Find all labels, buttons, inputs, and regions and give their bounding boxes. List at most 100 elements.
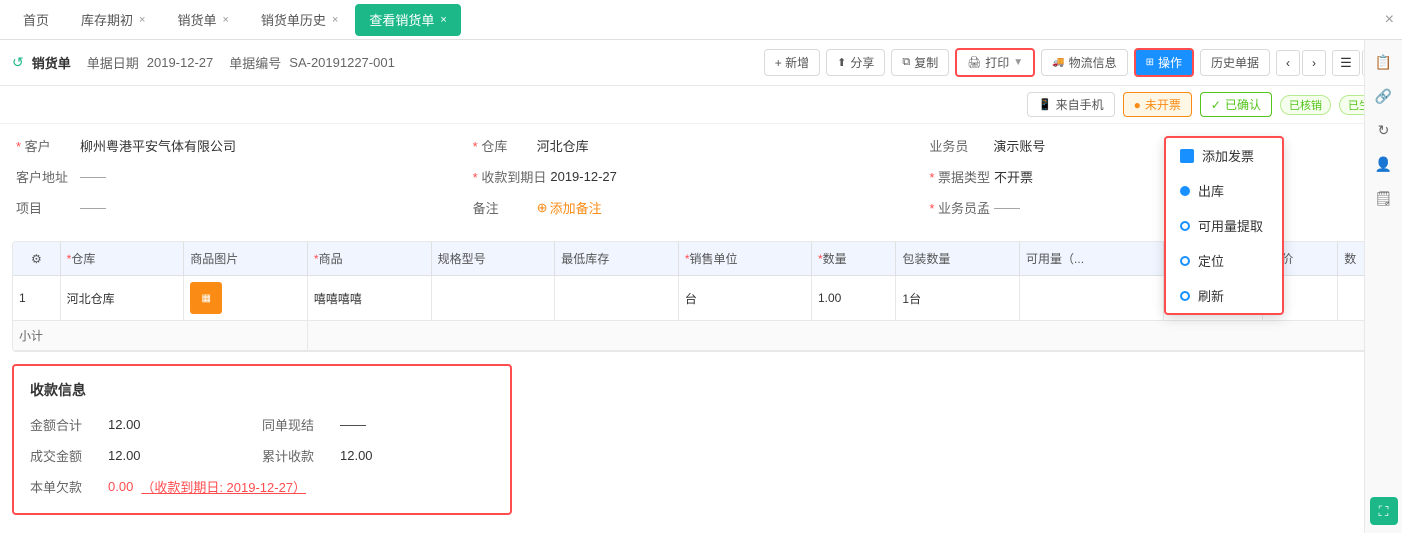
tab-inventory-init[interactable]: 库存期初 × <box>66 4 160 36</box>
refresh-item[interactable]: 刷新 <box>1166 278 1282 313</box>
locate-item[interactable]: 定位 <box>1166 243 1282 278</box>
tab-home[interactable]: 首页 <box>8 4 64 36</box>
address-value: —— <box>80 169 106 184</box>
list-view-icon[interactable]: ☰ <box>1332 50 1360 76</box>
row-qty: 1.00 <box>811 276 895 321</box>
subtotal-row: 小计 <box>13 321 1389 351</box>
tab-history-close[interactable]: × <box>332 14 338 26</box>
col-spec: 规格型号 <box>431 242 555 276</box>
operations-dropdown: 添加发票 出库 可用量提取 定位 刷新 <box>1164 136 1284 315</box>
not-open-button[interactable]: ● 未开票 <box>1123 92 1192 117</box>
ticket-label: 票据类型 <box>929 167 990 186</box>
amount-total-label: 金额合计 <box>30 415 100 434</box>
outbound-item[interactable]: 出库 <box>1166 173 1282 208</box>
sold-out-badge: 已核销 <box>1280 95 1331 115</box>
same-order-label: 同单现结 <box>262 415 332 434</box>
col-pack-qty: 包装数量 <box>896 242 1020 276</box>
salesperson-label: 业务员孟 <box>929 198 990 217</box>
refresh-label: 刷新 <box>1198 286 1224 305</box>
tab-home-label: 首页 <box>23 10 49 29</box>
sidebar-refresh-icon[interactable]: ↻ <box>1370 116 1398 144</box>
sidebar-note-icon[interactable]: 🗒 <box>1370 184 1398 212</box>
cumulative-row: 累计收款 12.00 <box>262 443 494 468</box>
num-label: 单据编号 SA-20191227-001 <box>229 53 395 72</box>
doc-type-icon: ↺ <box>12 54 24 71</box>
add-invoice-item[interactable]: 添加发票 <box>1166 138 1282 173</box>
copy-button[interactable]: ⧉ 复制 <box>891 49 949 76</box>
project-value: —— <box>80 200 106 215</box>
from-mobile-button[interactable]: 📱 来自手机 <box>1027 92 1115 117</box>
amount-total-row: 金额合计 12.00 <box>30 412 262 437</box>
note-label: 备注 <box>473 198 533 217</box>
row-min-stock <box>555 276 679 321</box>
confirm-button[interactable]: ✓ 已确认 <box>1200 92 1272 117</box>
doc-meta: 单据日期 2019-12-27 单据编号 SA-20191227-001 <box>87 53 395 72</box>
close-window-button[interactable]: × <box>1385 11 1394 29</box>
deal-amount-label: 成交金额 <box>30 446 100 465</box>
col-min-stock: 最低库存 <box>555 242 679 276</box>
nav-arrows: ‹ › <box>1276 50 1326 76</box>
address-field: 客户地址 —— <box>16 167 473 186</box>
tab-sales-history[interactable]: 销货单历史 × <box>246 4 353 36</box>
available-qty-label: 可用量提取 <box>1198 216 1263 235</box>
deal-amount-value: 12.00 <box>108 448 141 463</box>
tab-inventory-close[interactable]: × <box>139 14 145 26</box>
sidebar-user-icon[interactable]: 👤 <box>1370 150 1398 178</box>
tab-sales-order[interactable]: 销货单 × <box>162 4 243 36</box>
amount-total-value: 12.00 <box>108 417 141 432</box>
ticket-value: 不开票 <box>994 167 1033 186</box>
project-field: 项目 —— <box>16 198 473 217</box>
tab-view-sales[interactable]: 查看销货单 × <box>355 4 460 36</box>
tab-history-label: 销货单历史 <box>261 10 326 29</box>
tab-view-sales-close[interactable]: × <box>440 14 446 26</box>
ticket-field: 票据类型 不开票 <box>929 167 1386 186</box>
num-value: SA-20191227-001 <box>289 55 395 70</box>
date-label: 单据日期 2019-12-27 <box>87 53 214 72</box>
tab-inventory-label: 库存期初 <box>81 10 133 29</box>
row-available <box>1020 276 1164 321</box>
col-qty: *数量 <box>811 242 895 276</box>
staff-label: 业务员 <box>929 136 989 155</box>
col-available: 可用量（... <box>1020 242 1164 276</box>
cumulative-value: 12.00 <box>340 448 373 463</box>
address-label: 客户地址 <box>16 167 76 186</box>
outbound-label: 出库 <box>1198 181 1224 200</box>
overdue-note[interactable]: （收款到期日: 2019-12-27） <box>141 477 306 496</box>
col-settings[interactable]: ⚙ <box>13 242 60 276</box>
print-button[interactable]: 🖨 打印 ▼ <box>955 48 1035 77</box>
operations-button[interactable]: ⊞ 操作 <box>1134 48 1194 77</box>
next-arrow[interactable]: › <box>1302 50 1326 76</box>
share-button[interactable]: ⬆ 分享 <box>826 49 885 76</box>
sidebar-clipboard-icon[interactable]: 📋 <box>1370 48 1398 76</box>
salesperson-field: 业务员孟 —— <box>929 198 1386 217</box>
sidebar-link-icon[interactable]: 🔗 <box>1370 82 1398 110</box>
deal-amount-row: 成交金额 12.00 <box>30 443 262 468</box>
note-field: 备注 ⊕ 添加备注 <box>473 198 930 217</box>
customer-label: 客户 <box>16 136 76 155</box>
project-label: 项目 <box>16 198 76 217</box>
payment-date-field: 收款到期日 2019-12-27 <box>473 167 930 186</box>
sidebar-expand-icon[interactable]: ⛶ <box>1370 497 1398 525</box>
locate-icon <box>1180 256 1190 266</box>
this-order-value: 0.00 <box>108 479 133 494</box>
history-button[interactable]: 历史单据 <box>1200 49 1270 76</box>
row-pack-qty: 1台 <box>896 276 1020 321</box>
customer-field: 客户 柳州粤港平安气体有限公司 <box>16 136 473 155</box>
tab-sales-label: 销货单 <box>177 10 216 29</box>
row-image: ▦ <box>184 276 308 321</box>
prev-arrow[interactable]: ‹ <box>1276 50 1300 76</box>
add-invoice-icon <box>1180 149 1194 163</box>
row-num: 1 <box>13 276 60 321</box>
add-note-button[interactable]: ⊕ 添加备注 <box>537 198 602 217</box>
payment-date-label: 收款到期日 <box>473 167 547 186</box>
right-sidebar: 📋 🔗 ↻ 👤 🗒 ⛶ <box>1364 40 1402 533</box>
col-warehouse: *仓库 <box>60 242 184 276</box>
add-invoice-label: 添加发票 <box>1202 146 1254 165</box>
logistics-button[interactable]: 🚚 物流信息 <box>1041 49 1127 76</box>
new-button[interactable]: + 新增 <box>764 49 820 76</box>
subtotal-empty <box>307 321 1388 351</box>
available-qty-item[interactable]: 可用量提取 <box>1166 208 1282 243</box>
this-order-label: 本单欠款 <box>30 477 100 496</box>
tab-sales-close[interactable]: × <box>222 14 228 26</box>
refresh-icon <box>1180 291 1190 301</box>
